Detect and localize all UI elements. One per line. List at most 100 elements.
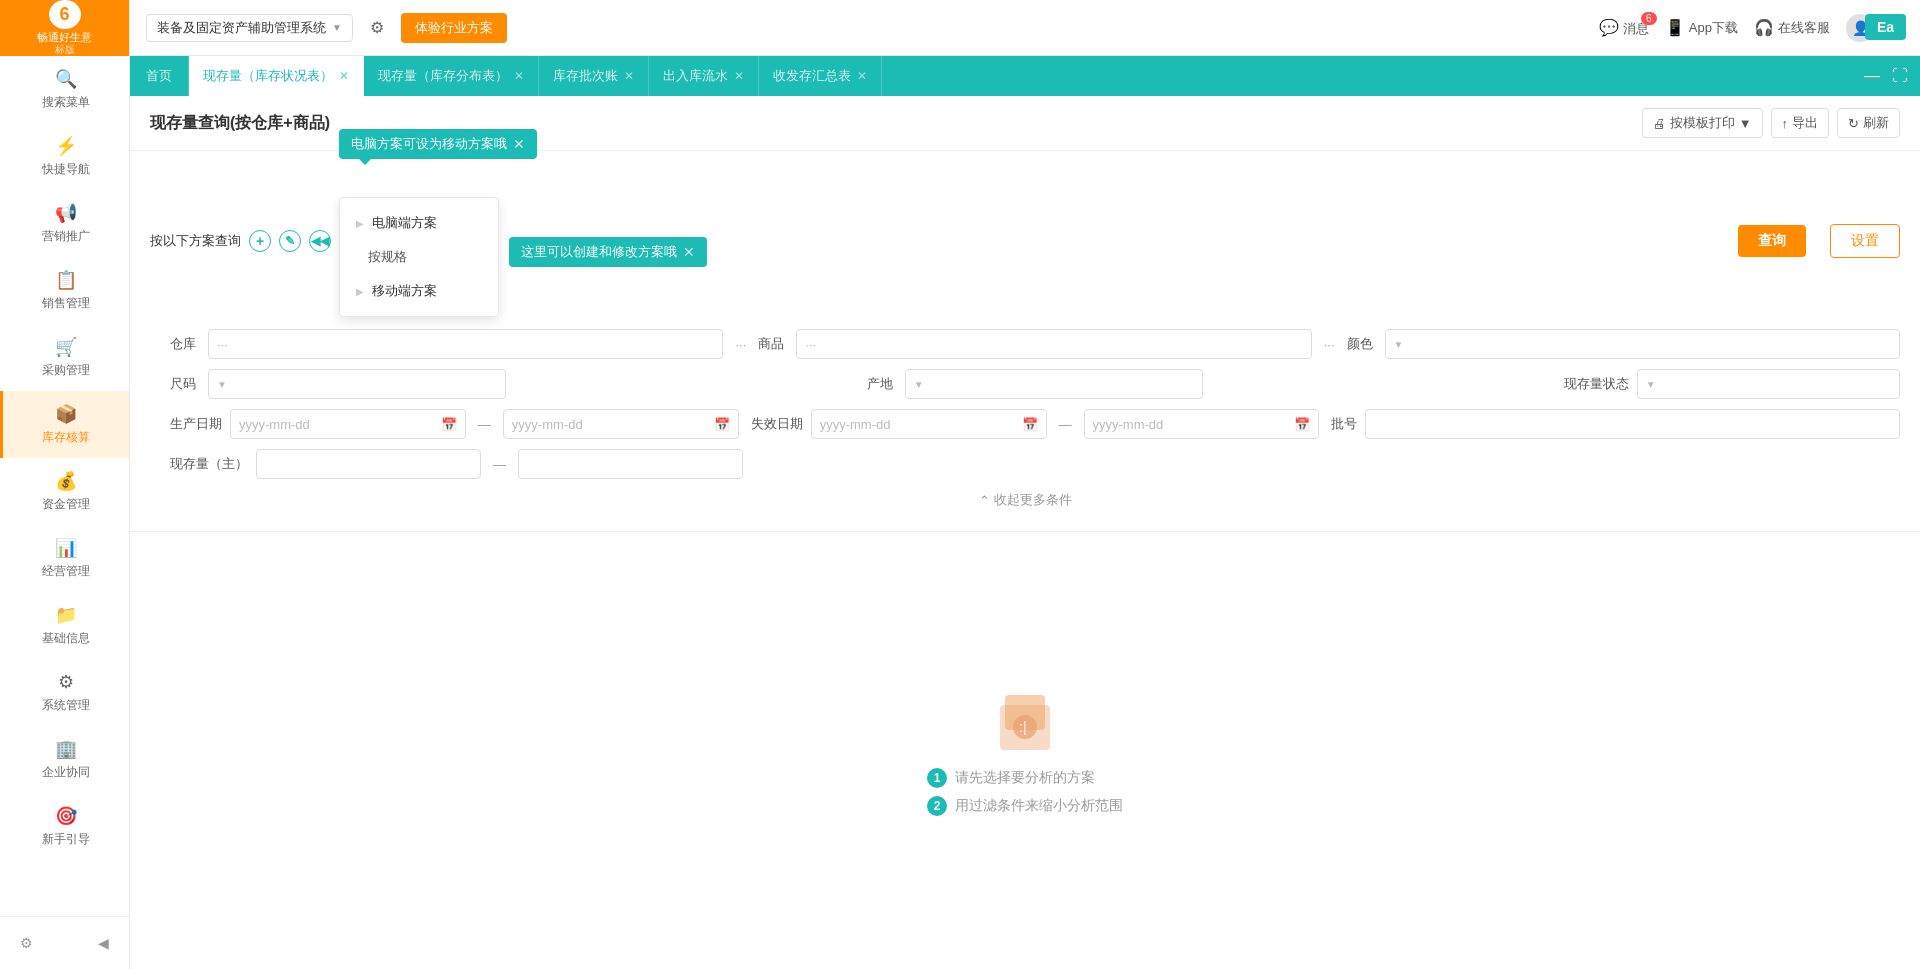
collapse-label: 收起更多条件 bbox=[994, 491, 1072, 509]
edit-scheme-btn[interactable]: ✎ bbox=[279, 230, 301, 252]
collapse-btn[interactable]: ⌃ 收起更多条件 bbox=[150, 483, 1900, 517]
color-label: 颜色 bbox=[1347, 335, 1377, 353]
marketing-icon: 📢 bbox=[55, 202, 77, 224]
inventory-main-from[interactable] bbox=[256, 449, 481, 479]
inventory-icon: 📦 bbox=[55, 403, 77, 425]
header-settings-btn[interactable]: ⚙ bbox=[361, 12, 393, 44]
sidebar-item-sales[interactable]: 📋 销售管理 bbox=[0, 257, 129, 324]
product-placeholder: ··· bbox=[805, 337, 816, 352]
tab-home-label: 首页 bbox=[146, 67, 172, 85]
system-icon: ⚙ bbox=[58, 671, 74, 693]
notification-action[interactable]: 💬 消息 6 bbox=[1599, 18, 1649, 38]
sidebar-item-marketing[interactable]: 📢 营销推广 bbox=[0, 190, 129, 257]
step-num-2: 2 bbox=[927, 796, 947, 816]
origin-input[interactable]: ▼ bbox=[905, 369, 1203, 399]
calendar-icon: 📅 bbox=[441, 417, 457, 432]
export-icon: ↑ bbox=[1782, 116, 1789, 131]
tab-minimize-btn[interactable]: — bbox=[1860, 63, 1884, 89]
collapse-sidebar-btn[interactable]: ◀ bbox=[89, 929, 117, 957]
size-input[interactable]: ▼ bbox=[208, 369, 506, 399]
sidebar-item-basic[interactable]: 📁 基础信息 bbox=[0, 592, 129, 659]
sidebar-item-purchase[interactable]: 🛒 采购管理 bbox=[0, 324, 129, 391]
sales-icon: 📋 bbox=[55, 269, 77, 291]
empty-state: :| 1 请先选择要分析的方案 2 用过滤条件来缩小分析范围 bbox=[130, 532, 1920, 969]
import-scheme-btn[interactable]: ◀◀ bbox=[309, 230, 331, 252]
top-header: 装备及固定资产辅助管理系统 ▼ ⚙ 体验行业方案 💬 消息 6 📱 App下载 … bbox=[130, 0, 1920, 56]
service-icon: 🎧 bbox=[1754, 18, 1774, 37]
reset-btn[interactable]: 设置 bbox=[1830, 224, 1900, 258]
tab-inventory-status[interactable]: 现存量（库存状况表） ✕ bbox=[189, 56, 364, 96]
tab-close-icon[interactable]: ✕ bbox=[339, 69, 349, 83]
expiry-date-end-placeholder: yyyy-mm-dd bbox=[1093, 417, 1164, 432]
industry-btn[interactable]: 体验行业方案 bbox=[401, 13, 507, 43]
sidebar-item-system[interactable]: ⚙ 系统管理 bbox=[0, 659, 129, 726]
product-input[interactable]: ··· bbox=[796, 329, 1311, 359]
expiry-date-input[interactable]: yyyy-mm-dd 📅 bbox=[811, 409, 1047, 439]
tab-inout-flow[interactable]: 出入库流水 ✕ bbox=[649, 56, 759, 96]
sidebar-item-finance[interactable]: 💰 资金管理 bbox=[0, 458, 129, 525]
tab-collect-summary-label: 收发存汇总表 bbox=[773, 67, 851, 85]
sidebar-item-enterprise[interactable]: 🏢 企业协同 bbox=[0, 726, 129, 793]
refresh-btn[interactable]: ↻ 刷新 bbox=[1837, 108, 1900, 138]
management-icon: 📊 bbox=[55, 537, 77, 559]
notification-badge: 6 bbox=[1641, 12, 1657, 25]
tab-batch[interactable]: 库存批次账 ✕ bbox=[539, 56, 649, 96]
tab-inventory-dist[interactable]: 现存量（库存分布表） ✕ bbox=[364, 56, 539, 96]
refresh-icon: ↻ bbox=[1848, 116, 1859, 131]
refresh-label: 刷新 bbox=[1863, 114, 1889, 132]
expiry-date-end-input[interactable]: yyyy-mm-dd 📅 bbox=[1084, 409, 1320, 439]
expiry-cal-icon: 📅 bbox=[1022, 417, 1038, 432]
query-btn[interactable]: 查询 bbox=[1738, 225, 1806, 257]
sidebar-item-quick-nav[interactable]: ⚡ 快捷导航 bbox=[0, 123, 129, 190]
tab-maximize-btn[interactable]: ⛶ bbox=[1888, 63, 1912, 89]
page-title: 现存量查询(按仓库+商品) bbox=[150, 113, 330, 134]
add-scheme-btn[interactable]: + bbox=[249, 230, 271, 252]
sidebar-item-inventory[interactable]: 📦 库存核算 bbox=[0, 391, 129, 458]
app-download-action[interactable]: 📱 App下载 bbox=[1665, 18, 1738, 37]
warehouse-input[interactable]: ··· bbox=[208, 329, 723, 359]
size-arrow: ▼ bbox=[217, 379, 227, 390]
print-btn[interactable]: 🖨 按模板打印 ▼ bbox=[1642, 108, 1763, 138]
empty-steps: 1 请先选择要分析的方案 2 用过滤条件来缩小分析范围 bbox=[927, 768, 1123, 816]
inventory-status-input[interactable]: ▼ bbox=[1637, 369, 1900, 399]
sidebar-item-label: 新手引导 bbox=[42, 831, 90, 848]
tab-batch-label: 库存批次账 bbox=[553, 67, 618, 85]
filter-label: 按以下方案查询 bbox=[150, 232, 241, 250]
tab-close-icon[interactable]: ✕ bbox=[514, 69, 524, 83]
edit-scheme-tooltip-close[interactable]: ✕ bbox=[683, 244, 695, 260]
sidebar-item-search[interactable]: 🔍 搜索菜单 bbox=[0, 56, 129, 123]
batch-field: 批号 bbox=[1331, 409, 1900, 439]
filter-section: 按以下方案查询 + ✎ ◀◀ 电脑方案可设为移动方案哦 ✕ ▶ 电脑端方 bbox=[130, 151, 1920, 532]
sidebar-item-label: 系统管理 bbox=[42, 697, 90, 714]
purchase-icon: 🛒 bbox=[55, 336, 77, 358]
guide-icon: 🎯 bbox=[55, 805, 77, 827]
size-field: 尺码 ▼ bbox=[170, 369, 506, 399]
sidebar-item-guide[interactable]: 🎯 新手引导 bbox=[0, 793, 129, 860]
tab-close-icon[interactable]: ✕ bbox=[734, 69, 744, 83]
tab-close-icon[interactable]: ✕ bbox=[857, 69, 867, 83]
tab-close-icon[interactable]: ✕ bbox=[624, 69, 634, 83]
sidebar-item-label: 经营管理 bbox=[42, 563, 90, 580]
sidebar-item-management[interactable]: 📊 经营管理 bbox=[0, 525, 129, 592]
inventory-main-to[interactable] bbox=[518, 449, 743, 479]
settings-bottom-btn[interactable]: ⚙ bbox=[12, 929, 40, 957]
scheme-item-mobile[interactable]: ▶ 移动端方案 bbox=[340, 274, 498, 308]
tab-bar: 首页 现存量（库存状况表） ✕ 现存量（库存分布表） ✕ 库存批次账 ✕ 出入库… bbox=[130, 56, 1920, 96]
batch-input[interactable] bbox=[1365, 409, 1900, 439]
tab-collect-summary[interactable]: 收发存汇总表 ✕ bbox=[759, 56, 882, 96]
scheme-tooltip-close[interactable]: ✕ bbox=[513, 136, 525, 152]
inventory-status-field: 现存量状态 ▼ bbox=[1564, 369, 1900, 399]
expiry-date-field: 失效日期 yyyy-mm-dd 📅 — yyyy-mm-dd 📅 bbox=[751, 409, 1320, 439]
system-select[interactable]: 装备及固定资产辅助管理系统 ▼ bbox=[146, 14, 353, 42]
scheme-item-spec[interactable]: 按规格 bbox=[340, 240, 498, 274]
prod-date-end-input[interactable]: yyyy-mm-dd 📅 bbox=[503, 409, 739, 439]
tab-home[interactable]: 首页 bbox=[130, 56, 189, 96]
prod-date-input[interactable]: yyyy-mm-dd 📅 bbox=[230, 409, 466, 439]
color-input[interactable]: ▼ bbox=[1385, 329, 1900, 359]
empty-step-1: 1 请先选择要分析的方案 bbox=[927, 768, 1123, 788]
export-btn[interactable]: ↑ 导出 bbox=[1771, 108, 1830, 138]
scheme-list: ▶ 电脑端方案 按规格 ▶ 移动端方案 bbox=[339, 197, 499, 317]
scheme-item-desktop[interactable]: ▶ 电脑端方案 bbox=[340, 206, 498, 240]
product-field: 商品 ··· bbox=[758, 329, 1311, 359]
online-service-action[interactable]: 🎧 在线客服 bbox=[1754, 18, 1830, 37]
